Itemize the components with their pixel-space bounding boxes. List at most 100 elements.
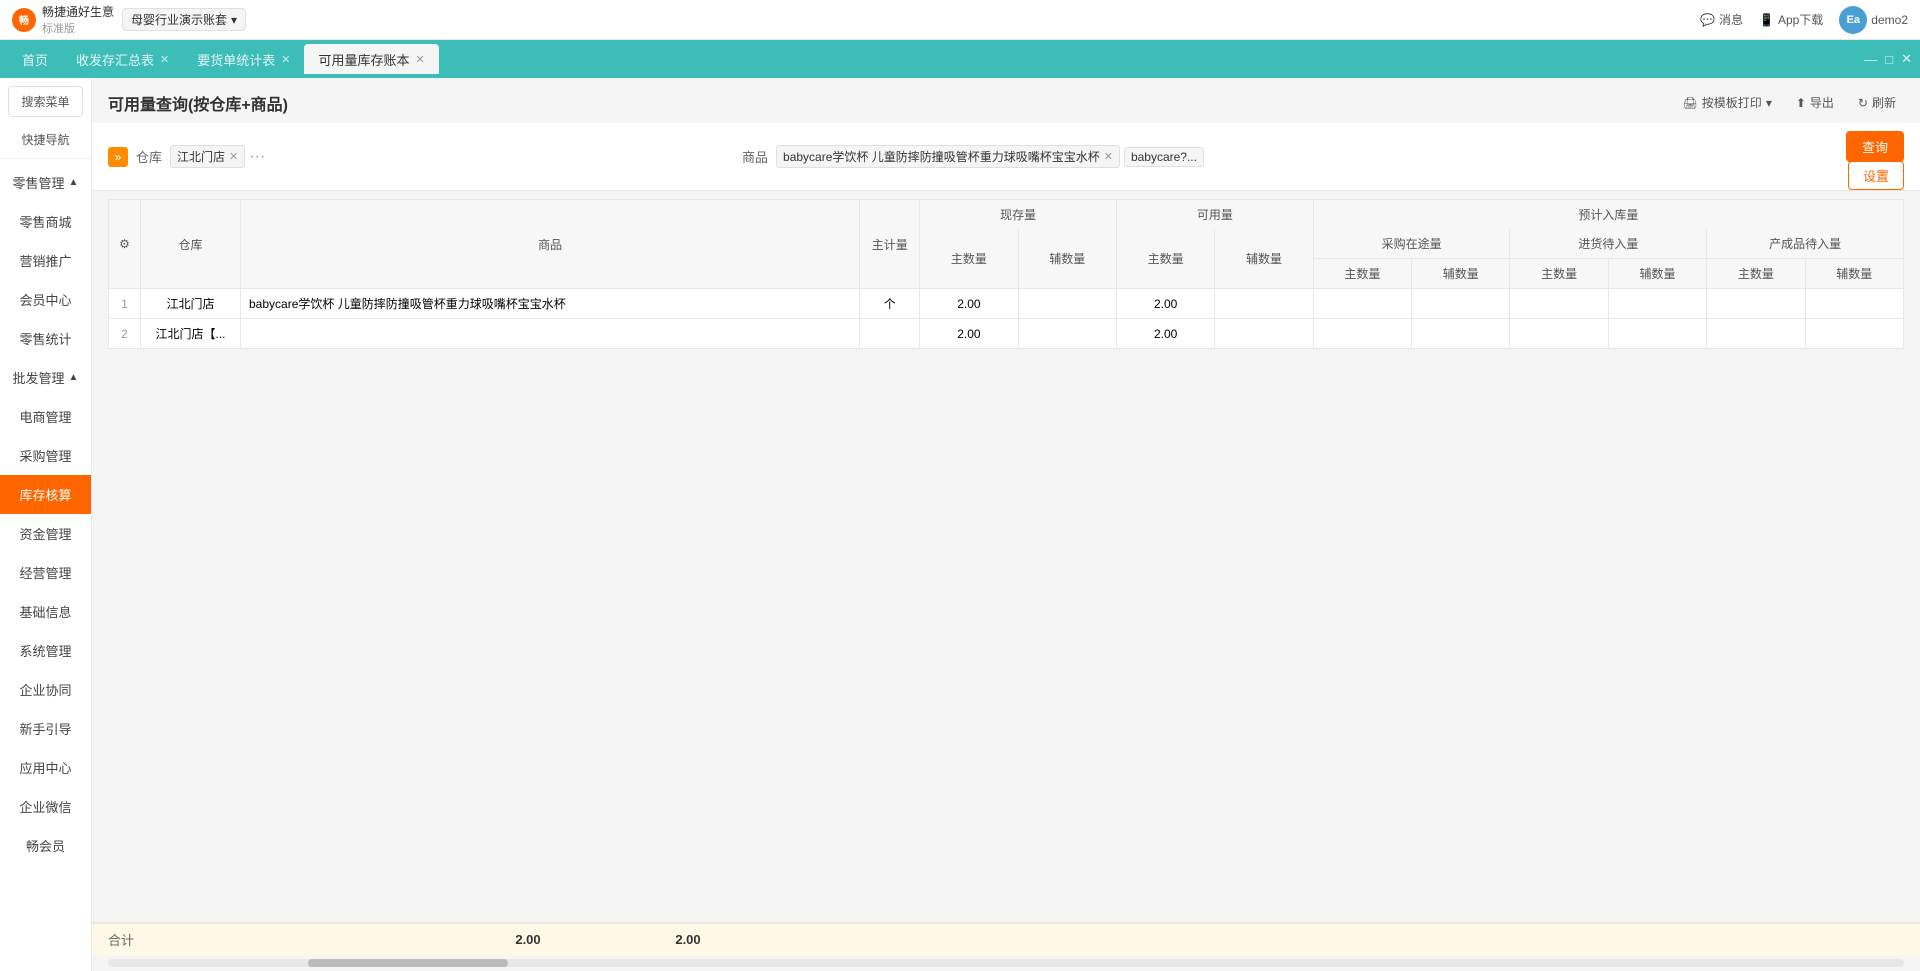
message-label: 消息 bbox=[1719, 11, 1743, 28]
sidebar-item-inventory[interactable]: 库存核算 bbox=[0, 475, 91, 514]
window-close[interactable]: ✕ bbox=[1901, 51, 1912, 67]
row-2-unit bbox=[860, 319, 920, 349]
refresh-btn[interactable]: ↻ 刷新 bbox=[1850, 90, 1904, 115]
warehouse-tag-1-remove[interactable]: ✕ bbox=[229, 150, 238, 163]
product-tag-1-remove[interactable]: ✕ bbox=[1104, 150, 1113, 163]
sidebar-item-wechat[interactable]: 企业微信 bbox=[0, 787, 91, 826]
sidebar-item-operation[interactable]: 经营管理 bbox=[0, 553, 91, 592]
sidebar-item-vip-label: 畅会员 bbox=[26, 836, 65, 855]
filter-bar: » 仓库 江北门店 ✕ ··· 商品 babycare学饮杯 儿童防摔防撞吸管杯… bbox=[92, 123, 1920, 191]
sidebar-item-finance[interactable]: 资金管理 bbox=[0, 514, 91, 553]
refresh-icon: ↻ bbox=[1858, 96, 1868, 110]
search-menu-btn[interactable]: 搜索菜单 bbox=[8, 86, 83, 117]
window-minimize[interactable]: — bbox=[1864, 52, 1877, 67]
col-production-header: 产成品待入量 bbox=[1707, 229, 1904, 259]
main-layout: 搜索菜单 快捷导航 零售管理 ▲ 零售商城 营销推广 会员中心 零售统计 批发管… bbox=[0, 78, 1920, 971]
settings-btn[interactable]: 设置 bbox=[1848, 161, 1904, 190]
row-1-inbound-main bbox=[1510, 289, 1608, 319]
tab-receivepay[interactable]: 收发存汇总表 ✕ bbox=[62, 44, 183, 74]
appdownload-btn[interactable]: 📱 App下载 bbox=[1759, 11, 1823, 28]
page-header: 可用量查询(按仓库+商品) 🖨 按模板打印 ▾ ⬆ 导出 ↻ 刷新 bbox=[92, 78, 1920, 123]
sidebar-item-system[interactable]: 系统管理 bbox=[0, 631, 91, 670]
product-tag-2-text: babycare?... bbox=[1131, 150, 1197, 164]
row-2-product bbox=[241, 319, 860, 349]
sidebar-item-retail-arrow: ▲ bbox=[69, 177, 79, 188]
row-2-inbound-sub bbox=[1608, 319, 1706, 349]
sidebar-item-ecommerce[interactable]: 电商管理 bbox=[0, 397, 91, 436]
filter-expand-btn[interactable]: » bbox=[108, 147, 128, 167]
col-planned-header: 预计入库量 bbox=[1313, 200, 1903, 230]
sidebar-item-appcenter[interactable]: 应用中心 bbox=[0, 748, 91, 787]
col-purchase-onway-main: 主数量 bbox=[1313, 259, 1411, 289]
query-btn[interactable]: 查询 bbox=[1846, 131, 1904, 162]
tab-orderstat-close[interactable]: ✕ bbox=[281, 53, 290, 66]
window-maximize[interactable]: □ bbox=[1885, 52, 1893, 67]
quick-nav-btn[interactable]: 快捷导航 bbox=[0, 125, 91, 154]
sidebar-item-retailstat[interactable]: 零售统计 bbox=[0, 319, 91, 358]
sidebar-item-marketing[interactable]: 营销推广 bbox=[0, 241, 91, 280]
col-avail-main-header: 主数量 bbox=[1116, 229, 1214, 289]
row-2-stock-sub bbox=[1018, 319, 1116, 349]
sidebar-item-retailshop[interactable]: 零售商城 bbox=[0, 202, 91, 241]
data-table: ⚙ 仓库 商品 主计量 现存量 可用量 预计入库量 主数量 辅数量 主数量 辅数… bbox=[108, 199, 1904, 349]
col-purchase-onway-header: 采购在途量 bbox=[1313, 229, 1510, 259]
scrollbar-track[interactable] bbox=[108, 959, 1904, 967]
sidebar-search-area: 搜索菜单 bbox=[0, 78, 91, 125]
sidebar-item-member[interactable]: 会员中心 bbox=[0, 280, 91, 319]
col-purchase-onway-sub: 辅数量 bbox=[1412, 259, 1510, 289]
sidebar-item-system-label: 系统管理 bbox=[19, 641, 71, 660]
col-inbound-main: 主数量 bbox=[1510, 259, 1608, 289]
table-container: ⚙ 仓库 商品 主计量 现存量 可用量 预计入库量 主数量 辅数量 主数量 辅数… bbox=[92, 191, 1920, 922]
warehouse-tag-1: 江北门店 ✕ bbox=[170, 145, 245, 168]
sidebar-item-newguide-label: 新手引导 bbox=[19, 719, 71, 738]
row-1-avail-main: 2.00 bbox=[1116, 289, 1214, 319]
sidebar-item-vip[interactable]: 畅会员 bbox=[0, 826, 91, 865]
sidebar-item-retail[interactable]: 零售管理 ▲ bbox=[0, 163, 91, 202]
tab-stockbook[interactable]: 可用量库存账本 ✕ bbox=[304, 44, 438, 74]
sidebar-item-newguide[interactable]: 新手引导 bbox=[0, 709, 91, 748]
top-bar: 畅 畅捷通好生意 标准版 母婴行业演示账套 ▾ 💬 消息 📱 App下载 Ea … bbox=[0, 0, 1920, 40]
row-2-avail-sub bbox=[1215, 319, 1313, 349]
scrollbar-thumb[interactable] bbox=[308, 959, 508, 967]
tab-stockbook-close[interactable]: ✕ bbox=[416, 53, 425, 66]
user-profile[interactable]: Ea demo2 bbox=[1839, 6, 1908, 34]
row-2-stock-main: 2.00 bbox=[920, 319, 1018, 349]
warehouse-filter-tags: 江北门店 ✕ ··· bbox=[170, 145, 734, 168]
message-btn[interactable]: 💬 消息 bbox=[1700, 11, 1743, 28]
export-btn[interactable]: ⬆ 导出 bbox=[1788, 90, 1842, 115]
sidebar-item-basic[interactable]: 基础信息 bbox=[0, 592, 91, 631]
col-product-header: 商品 bbox=[241, 200, 860, 289]
product-tag-2: babycare?... bbox=[1124, 147, 1204, 167]
tab-home[interactable]: 首页 bbox=[8, 44, 62, 74]
page-title: 可用量查询(按仓库+商品) bbox=[108, 91, 288, 115]
col-inbound-sub: 辅数量 bbox=[1608, 259, 1706, 289]
sidebar-item-finance-label: 资金管理 bbox=[19, 524, 71, 543]
sidebar-item-wholesale[interactable]: 批发管理 ▲ bbox=[0, 358, 91, 397]
export-label: 导出 bbox=[1810, 94, 1834, 111]
sidebar-item-enterprise[interactable]: 企业协同 bbox=[0, 670, 91, 709]
sidebar-item-purchase[interactable]: 采购管理 bbox=[0, 436, 91, 475]
template-print-btn[interactable]: 🖨 按模板打印 ▾ bbox=[1675, 90, 1780, 115]
industry-select[interactable]: 母婴行业演示账套 ▾ bbox=[122, 8, 246, 31]
sidebar-item-retail-label: 零售管理 bbox=[13, 173, 65, 192]
sidebar-item-member-label: 会员中心 bbox=[19, 290, 71, 309]
sidebar-item-ecommerce-label: 电商管理 bbox=[19, 407, 71, 426]
col-inbound-header: 进货待入量 bbox=[1510, 229, 1707, 259]
brand-name: 畅捷通好生意 bbox=[42, 3, 114, 20]
scrollbar-area bbox=[92, 955, 1920, 971]
col-stock-header: 现存量 bbox=[920, 200, 1117, 230]
brand-label: 标准版 bbox=[42, 20, 114, 36]
col-stock-main-header: 主数量 bbox=[920, 229, 1018, 289]
filter-more-btn[interactable]: ··· bbox=[249, 148, 265, 166]
sidebar: 搜索菜单 快捷导航 零售管理 ▲ 零售商城 营销推广 会员中心 零售统计 批发管… bbox=[0, 78, 92, 971]
sidebar-item-enterprise-label: 企业协同 bbox=[19, 680, 71, 699]
row-2-purchase-onway-sub bbox=[1412, 319, 1510, 349]
table-row: 2 江北门店【... 2.00 2.00 bbox=[109, 319, 1904, 349]
tab-orderstat[interactable]: 要货单统计表 ✕ bbox=[183, 44, 304, 74]
tab-receivepay-close[interactable]: ✕ bbox=[160, 53, 169, 66]
col-settings-header[interactable]: ⚙ bbox=[109, 200, 141, 289]
template-print-arrow: ▾ bbox=[1766, 96, 1772, 110]
row-2-avail-main: 2.00 bbox=[1116, 319, 1214, 349]
footer-avail-main: 2.00 bbox=[648, 932, 728, 947]
sidebar-item-appcenter-label: 应用中心 bbox=[19, 758, 71, 777]
